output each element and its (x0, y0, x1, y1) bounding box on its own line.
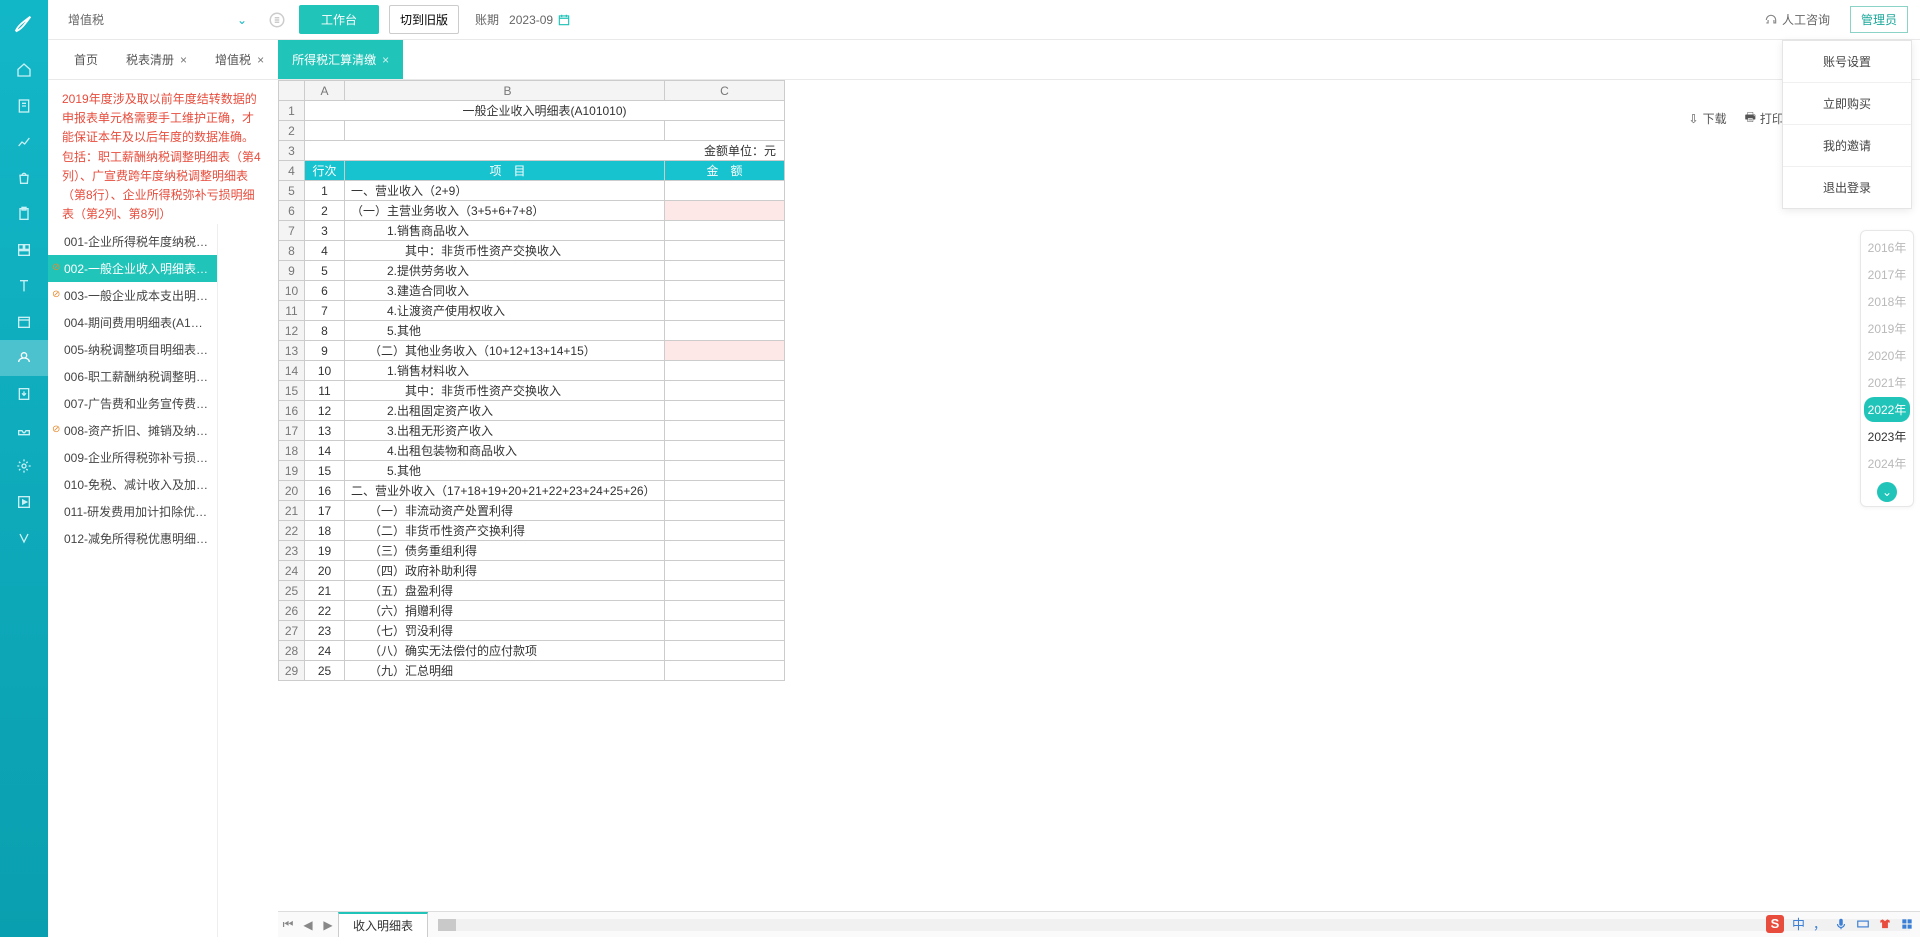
year-item[interactable]: 2020年 (1864, 343, 1910, 368)
ime-lang[interactable]: 中 (1792, 914, 1805, 933)
help-link[interactable]: 人工咨询 (1764, 11, 1830, 28)
admin-dropdown: 账号设置立即购买我的邀请退出登录 (1782, 40, 1912, 209)
sheet-nav-prev-icon[interactable]: ◀ (298, 918, 318, 932)
year-item[interactable]: 2024年 (1864, 451, 1910, 476)
rail-clipboard-icon[interactable] (0, 196, 48, 232)
warning-text: 2019年度涉及取以前年度结转数据的申报表单元格需要手工维护正确，才能保证本年及… (48, 80, 278, 224)
rail-play-icon[interactable] (0, 484, 48, 520)
warn-icon: ⊘ (52, 424, 60, 435)
calendar-icon (557, 13, 571, 27)
download-button[interactable]: ⇩ 下载 (1689, 108, 1727, 129)
tree-item[interactable]: 009-企业所得税弥补亏损明… (48, 444, 217, 471)
tree-item[interactable]: 004-期间费用明细表(A1040… (48, 309, 217, 336)
rail-chart-icon[interactable] (0, 124, 48, 160)
tax-type-label: 增值税 (68, 11, 104, 28)
page-tab[interactable]: 增值税× (201, 40, 278, 79)
list-icon[interactable] (265, 8, 289, 32)
horizontal-scrollbar[interactable] (438, 919, 1910, 931)
ime-keyboard-icon[interactable] (1856, 917, 1870, 931)
warn-icon: ⊘ (52, 289, 60, 300)
rail-v-icon[interactable] (0, 520, 48, 556)
unit-label[interactable]: 金额单位：元 (305, 141, 785, 161)
sheet-title[interactable]: 一般企业收入明细表(A101010) (305, 101, 785, 121)
period-picker[interactable]: 2023-09 (509, 13, 571, 27)
topbar: 增值税 ⌄ 工作台 切到旧版 账期 2023-09 人工咨询 管理员 (48, 0, 1920, 40)
rail-export-icon[interactable] (0, 376, 48, 412)
left-nav-rail (0, 0, 48, 937)
ime-punct[interactable]: ， (1813, 914, 1826, 933)
rail-inbox-icon[interactable] (0, 412, 48, 448)
tree-item[interactable]: 010-免税、减计收入及加计… (48, 471, 217, 498)
rail-settings-icon[interactable] (0, 448, 48, 484)
tree-item[interactable]: 007-广告费和业务宣传费跨… (48, 390, 217, 417)
tree-item[interactable]: 005-纳税调整项目明细表(A1… (48, 336, 217, 363)
ime-logo-icon[interactable]: S (1766, 915, 1784, 933)
spreadsheet[interactable]: ABC1一般企业收入明细表(A101010)23金额单位：元4行次项 目金 额5… (278, 80, 785, 681)
sheet-nav-next-icon[interactable]: ▶ (318, 918, 338, 932)
rail-tax-icon[interactable] (0, 340, 48, 376)
rail-text-icon[interactable] (0, 268, 48, 304)
tree-item[interactable]: 006-职工薪酬纳税调整明细… (48, 363, 217, 390)
tree-item[interactable]: ⊘008-资产折旧、摊销及纳税… (48, 417, 217, 444)
switch-old-button[interactable]: 切到旧版 (389, 5, 459, 34)
year-item[interactable]: 2016年 (1864, 235, 1910, 260)
tree-item[interactable]: ⊘002-一般企业收入明细表(A1… (48, 255, 217, 282)
app-logo (8, 8, 40, 40)
sheet-tab-bar: ⏮ ◀ ▶ 收入明细表 (278, 911, 1920, 937)
period-label: 账期 (475, 11, 499, 28)
warn-icon: ⊘ (52, 262, 60, 273)
col-header[interactable]: A (305, 81, 345, 101)
year-more-icon[interactable]: ⌄ (1877, 482, 1897, 502)
rail-doc-icon[interactable] (0, 88, 48, 124)
tax-type-selector[interactable]: 增值税 ⌄ (60, 7, 255, 32)
page-tab[interactable]: 所得税汇算清缴× (278, 40, 403, 79)
rail-grid-icon[interactable] (0, 232, 48, 268)
admin-button[interactable]: 管理员 (1850, 6, 1908, 33)
rail-home-icon[interactable] (0, 52, 48, 88)
admin-menu-item[interactable]: 立即购买 (1783, 82, 1911, 124)
tree-item[interactable]: ⊘003-一般企业成本支出明细… (48, 282, 217, 309)
workbench-button[interactable]: 工作台 (299, 5, 379, 34)
help-label: 人工咨询 (1782, 11, 1830, 28)
year-item[interactable]: 2022年 (1864, 397, 1910, 422)
period-value: 2023-09 (509, 13, 553, 27)
ime-tools-icon[interactable] (1900, 917, 1914, 931)
tree-item[interactable]: 012-减免所得税优惠明细表(… (48, 525, 217, 552)
sheet-nav-first-icon[interactable]: ⏮ (278, 917, 298, 932)
rail-bag-icon[interactable] (0, 160, 48, 196)
rail-calendar-icon[interactable] (0, 304, 48, 340)
tree-item[interactable]: 011-研发费用加计扣除优惠… (48, 498, 217, 525)
year-item[interactable]: 2021年 (1864, 370, 1910, 395)
ime-toolbar: S 中 ， (1766, 914, 1914, 933)
tab-close-icon[interactable]: × (257, 53, 264, 67)
year-selector: 2016年2017年2018年2019年2020年2021年2022年2023年… (1860, 230, 1914, 507)
chevron-down-icon: ⌄ (237, 13, 247, 27)
page-tabs: 首页税表清册×增值税×所得税汇算清缴× (48, 40, 1920, 80)
form-tree: 001-企业所得税年度纳税申…⊘002-一般企业收入明细表(A1…⊘003-一般… (48, 224, 218, 937)
admin-menu-item[interactable]: 我的邀请 (1783, 124, 1911, 166)
headset-icon (1764, 13, 1778, 27)
tab-close-icon[interactable]: × (382, 53, 389, 67)
year-item[interactable]: 2019年 (1864, 316, 1910, 341)
page-tab[interactable]: 首页 (60, 40, 112, 79)
year-item[interactable]: 2023年 (1864, 424, 1910, 449)
ime-skin-icon[interactable] (1878, 917, 1892, 931)
col-header[interactable]: B (345, 81, 665, 101)
admin-menu-item[interactable]: 账号设置 (1783, 41, 1911, 82)
tab-close-icon[interactable]: × (180, 53, 187, 67)
year-item[interactable]: 2017年 (1864, 262, 1910, 287)
ime-mic-icon[interactable] (1834, 917, 1848, 931)
print-button[interactable]: 🖶 打印 (1745, 108, 1784, 129)
year-item[interactable]: 2018年 (1864, 289, 1910, 314)
tree-item[interactable]: 001-企业所得税年度纳税申… (48, 228, 217, 255)
sheet-tab[interactable]: 收入明细表 (338, 912, 428, 937)
col-header[interactable]: C (665, 81, 785, 101)
admin-menu-item[interactable]: 退出登录 (1783, 166, 1911, 208)
page-tab[interactable]: 税表清册× (112, 40, 201, 79)
